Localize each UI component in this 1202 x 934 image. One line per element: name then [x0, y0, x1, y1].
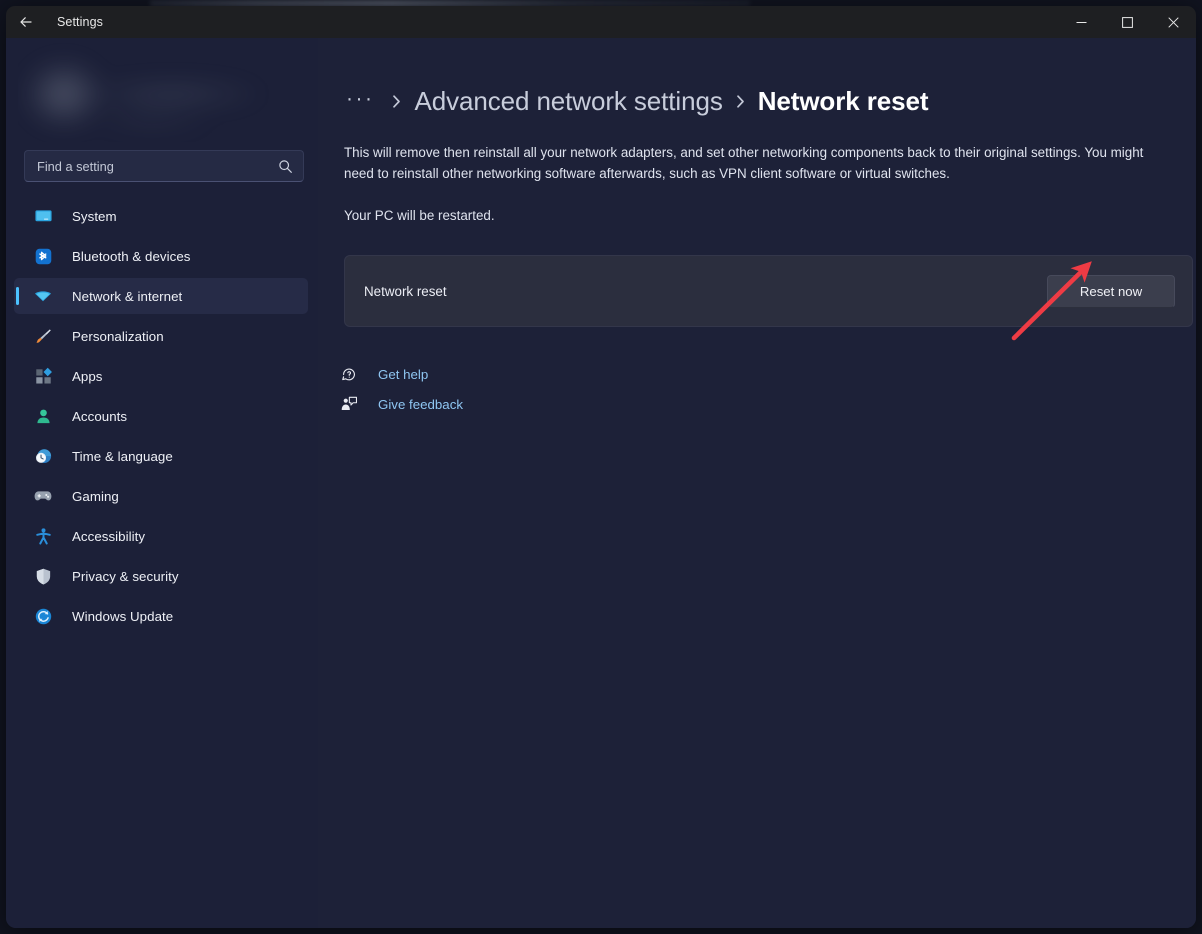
- content-pane: ··· Advanced network settings Network re…: [318, 38, 1196, 928]
- gamepad-icon: [32, 485, 54, 507]
- sidebar-item-accessibility[interactable]: Accessibility: [14, 518, 308, 554]
- sidebar-item-label: Accessibility: [72, 528, 146, 544]
- chevron-right-icon: [734, 93, 747, 110]
- maximize-button[interactable]: [1104, 6, 1150, 38]
- network-reset-label: Network reset: [364, 283, 447, 299]
- sidebar-item-label: Network & internet: [72, 288, 183, 304]
- person-icon: [32, 405, 54, 427]
- sidebar-item-bluetooth-devices[interactable]: Bluetooth & devices: [14, 238, 308, 274]
- clock-globe-icon: [32, 445, 54, 467]
- account-avatar-redacted: [22, 50, 290, 136]
- sidebar-item-network-internet[interactable]: Network & internet: [14, 278, 308, 314]
- network-reset-card: Network reset Reset now: [344, 255, 1193, 327]
- window-titlebar: Settings: [6, 6, 1196, 38]
- sidebar-item-label: Personalization: [72, 328, 164, 344]
- breadcrumb-parent-link[interactable]: Advanced network settings: [414, 86, 722, 117]
- back-button[interactable]: [6, 6, 46, 38]
- sidebar-item-system[interactable]: System: [14, 198, 308, 234]
- sidebar-item-label: Apps: [72, 368, 103, 384]
- give-feedback-link[interactable]: Give feedback: [334, 389, 469, 419]
- page-description: This will remove then reinstall all your…: [344, 145, 1144, 181]
- update-icon: [32, 605, 54, 627]
- window-title: Settings: [57, 15, 103, 29]
- breadcrumb-overflow-button[interactable]: ···: [344, 86, 379, 117]
- search-box[interactable]: [24, 150, 304, 182]
- sidebar-item-windows-update[interactable]: Windows Update: [14, 598, 308, 634]
- link-label: Give feedback: [378, 396, 464, 412]
- link-label: Get help: [378, 366, 429, 382]
- sidebar-item-gaming[interactable]: Gaming: [14, 478, 308, 514]
- system-icon: [32, 205, 54, 227]
- sidebar-item-label: Gaming: [72, 488, 119, 504]
- sidebar-item-label: Windows Update: [72, 608, 174, 624]
- back-arrow-icon: [18, 14, 34, 30]
- sidebar-item-label: Bluetooth & devices: [72, 248, 191, 264]
- maximize-icon: [1121, 16, 1133, 28]
- sidebar-item-label: Time & language: [72, 448, 173, 464]
- sidebar-item-label: Privacy & security: [72, 568, 179, 584]
- get-help-link[interactable]: Get help: [334, 359, 434, 389]
- close-button[interactable]: [1150, 6, 1196, 38]
- sidebar-item-label: Accounts: [72, 408, 128, 424]
- window-controls: [1058, 6, 1196, 38]
- sidebar-item-privacy-security[interactable]: Privacy & security: [14, 558, 308, 594]
- sidebar-item-personalization[interactable]: Personalization: [14, 318, 308, 354]
- restart-note: Your PC will be restarted.: [344, 208, 495, 223]
- sidebar-item-label: System: [72, 208, 117, 224]
- sidebar-item-accounts[interactable]: Accounts: [14, 398, 308, 434]
- window-body: System Bluetooth & devices: [6, 38, 1196, 928]
- accessibility-icon: [32, 525, 54, 547]
- chevron-right-icon: [390, 93, 403, 110]
- sidebar-item-apps[interactable]: Apps: [14, 358, 308, 394]
- breadcrumb: ··· Advanced network settings Network re…: [344, 86, 1174, 117]
- search-icon: [278, 159, 293, 174]
- minimize-icon: [1076, 21, 1086, 23]
- help-links: Get help Give feedback: [334, 359, 1174, 419]
- help-question-icon: [338, 363, 360, 385]
- sidebar-item-time-language[interactable]: Time & language: [14, 438, 308, 474]
- apps-icon: [32, 365, 54, 387]
- sidebar-nav: System Bluetooth & devices Network & int…: [6, 198, 318, 634]
- page-title: Network reset: [757, 86, 929, 116]
- reset-now-button[interactable]: Reset now: [1047, 274, 1175, 308]
- close-icon: [1167, 16, 1179, 28]
- paintbrush-icon: [32, 325, 54, 347]
- wifi-icon: [32, 285, 54, 307]
- account-profile-block[interactable]: [18, 42, 306, 142]
- search-input[interactable]: [37, 158, 278, 174]
- minimize-button[interactable]: [1058, 6, 1104, 38]
- settings-window: Settings Find a setting System Bluetooth…: [6, 6, 1196, 928]
- sidebar: System Bluetooth & devices: [6, 38, 318, 928]
- bluetooth-icon: [32, 245, 54, 267]
- feedback-person-icon: [338, 393, 360, 415]
- shield-icon: [32, 565, 54, 587]
